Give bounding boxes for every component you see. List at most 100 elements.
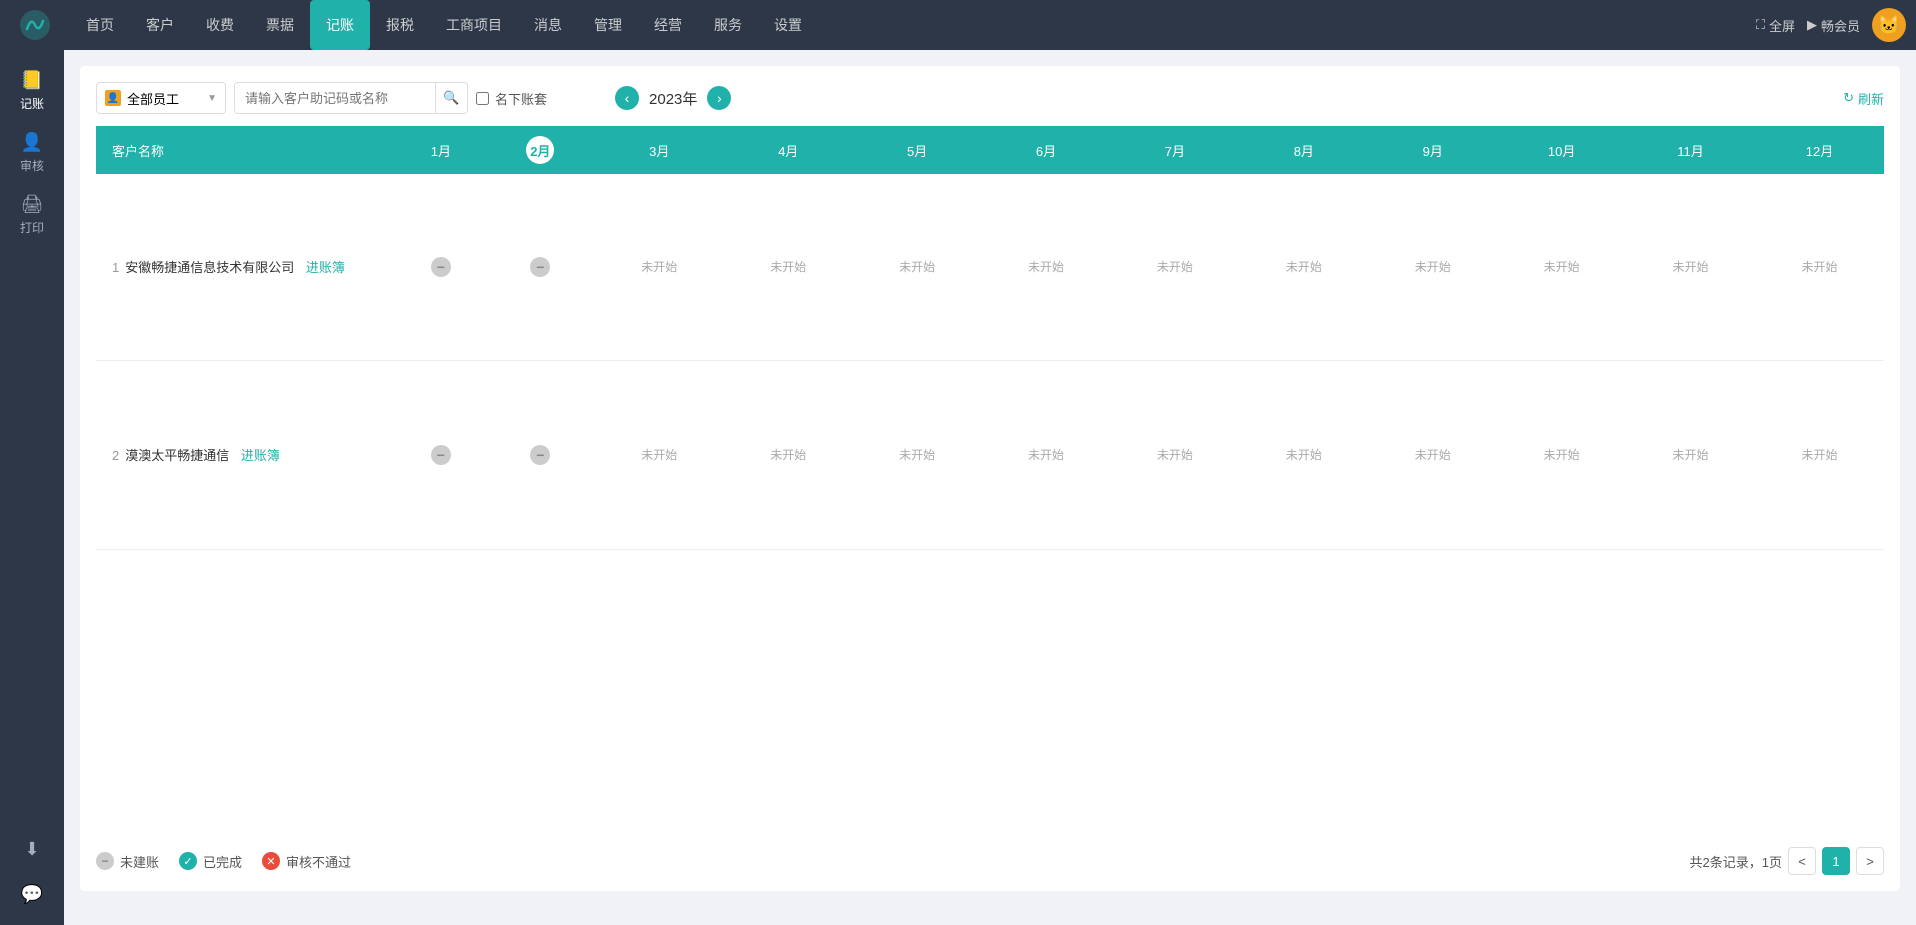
cell-month-10: 未开始	[1497, 360, 1626, 549]
legend-not-started: − 未建账	[96, 852, 159, 871]
col-header-apr: 4月	[724, 126, 853, 174]
sidebar-item-download[interactable]: ⬇	[21, 829, 43, 870]
nav-tax[interactable]: 报税	[370, 0, 430, 50]
cell-name: 2漠澳太平畅捷通信 进账簿	[96, 360, 396, 549]
vip-label: 畅会员	[1821, 16, 1860, 35]
footer-bar: − 未建账 ✓ 已完成 ✕ 审核不通过 共2条记录，1页 < 1 >	[96, 835, 1884, 875]
cell-month-11: 未开始	[1626, 174, 1755, 360]
prev-year-button[interactable]: ‹	[615, 86, 639, 110]
status-not-built-icon: −	[431, 257, 451, 277]
table-row: 1安徽畅捷通信息技术有限公司 进账簿−−未开始未开始未开始未开始未开始未开始未开…	[96, 174, 1884, 360]
search-box: 🔍	[234, 82, 468, 114]
sidebar-item-review[interactable]: 👤 审核	[0, 122, 64, 184]
nav-business[interactable]: 工商项目	[430, 0, 518, 50]
status-not-started-label: 未开始	[899, 260, 935, 274]
refresh-button[interactable]: ↻ 刷新	[1843, 89, 1884, 108]
nav-items: 首页 客户 收费 票据 记账 报税 工商项目 消息 管理 经营 服务 设置	[70, 0, 1756, 50]
status-not-started-label: 未开始	[1673, 448, 1709, 462]
x-icon: ✕	[266, 855, 275, 868]
cell-month-12: 未开始	[1755, 360, 1884, 549]
legend-dot-rejected: ✕	[262, 852, 280, 870]
avatar[interactable]: 🐱	[1872, 8, 1906, 42]
cell-name: 1 安徽畅捷通信息技术有限公司 进账簿	[96, 174, 396, 360]
enter-ledger-link[interactable]: 进账簿	[241, 448, 280, 463]
table-header-row: 客户名称 1月 2月 3月 4月 5月 6月 7月 8月 9月 10月 11月 …	[96, 126, 1884, 174]
current-month-badge: 2月	[526, 136, 554, 164]
next-year-button[interactable]: ›	[707, 86, 731, 110]
nav-fee[interactable]: 收费	[190, 0, 250, 50]
fullscreen-button[interactable]: ⛶ 全屏	[1756, 16, 1795, 35]
download-icon: ⬇	[24, 839, 39, 860]
nav-manage[interactable]: 管理	[578, 0, 638, 50]
nav-settings[interactable]: 设置	[758, 0, 818, 50]
status-not-started-label: 未开始	[770, 260, 806, 274]
col-header-sep: 9月	[1368, 126, 1497, 174]
cell-month-5: 未开始	[853, 174, 982, 360]
employee-select[interactable]: 👤 全部员工 ▼	[96, 82, 226, 114]
nav-customer[interactable]: 客户	[130, 0, 190, 50]
col-header-dec: 12月	[1755, 126, 1884, 174]
pagination-total: 共2条记录，1页	[1690, 852, 1782, 871]
col-header-nov: 11月	[1626, 126, 1755, 174]
status-not-built-icon: −	[530, 445, 550, 465]
search-input[interactable]	[235, 91, 435, 106]
sidebar-item-bookkeeping[interactable]: 📒 记账	[0, 60, 64, 122]
nav-invoice[interactable]: 票据	[250, 0, 310, 50]
status-not-started-label: 未开始	[1028, 260, 1064, 274]
vip-icon: ▶	[1807, 17, 1817, 33]
sidebar-label-print: 打印	[20, 219, 44, 236]
cell-month-8: 未开始	[1239, 360, 1368, 549]
vip-button[interactable]: ▶ 畅会员	[1807, 16, 1860, 35]
legend-rejected-label: 审核不通过	[286, 852, 351, 871]
col-header-feb: 2月	[486, 126, 595, 174]
cell-month-3: 未开始	[595, 360, 724, 549]
status-not-started-label: 未开始	[1286, 448, 1322, 462]
my-accounts-filter[interactable]: 名下账套	[476, 89, 547, 108]
chat-icon: 💬	[21, 884, 43, 905]
status-not-started-label: 未开始	[1415, 260, 1451, 274]
data-table: 客户名称 1月 2月 3月 4月 5月 6月 7月 8月 9月 10月 11月 …	[96, 126, 1884, 550]
nav-service[interactable]: 服务	[698, 0, 758, 50]
prev-page-button[interactable]: <	[1788, 847, 1816, 875]
toolbar: 👤 全部员工 ▼ 🔍 名下账套 ‹ 2023年 › ↻ 刷新	[96, 82, 1884, 114]
page-1-button[interactable]: 1	[1822, 847, 1850, 875]
cell-month-3: 未开始	[595, 174, 724, 360]
check-icon: ✓	[183, 855, 192, 868]
col-header-aug: 8月	[1239, 126, 1368, 174]
legend-not-started-label: 未建账	[120, 852, 159, 871]
refresh-icon: ↻	[1843, 90, 1854, 106]
col-header-mar: 3月	[595, 126, 724, 174]
cell-month-6: 未开始	[982, 360, 1111, 549]
search-button[interactable]: 🔍	[435, 82, 467, 114]
status-not-started-label: 未开始	[641, 448, 677, 462]
my-accounts-checkbox[interactable]	[476, 92, 489, 105]
status-not-started-label: 未开始	[1673, 260, 1709, 274]
row-index: 1	[112, 260, 119, 275]
legend-completed: ✓ 已完成	[179, 852, 242, 871]
cell-month-4: 未开始	[724, 360, 853, 549]
search-icon: 🔍	[443, 90, 459, 106]
nav-bookkeeping[interactable]: 记账	[310, 0, 370, 50]
legend-rejected: ✕ 审核不通过	[262, 852, 351, 871]
nav-right: ⛶ 全屏 ▶ 畅会员 🐱	[1756, 8, 1906, 42]
customer-name: 安徽畅捷通信息技术有限公司	[125, 260, 294, 275]
fullscreen-label: 全屏	[1769, 16, 1795, 35]
nav-operation[interactable]: 经营	[638, 0, 698, 50]
customer-name: 漠澳太平畅捷通信	[125, 448, 229, 463]
status-not-started-label: 未开始	[1286, 260, 1322, 274]
pagination: 共2条记录，1页 < 1 >	[1690, 847, 1884, 875]
status-not-started-label: 未开始	[1544, 448, 1580, 462]
col-header-name: 客户名称	[96, 126, 396, 174]
sidebar-item-chat[interactable]: 💬	[21, 874, 43, 915]
sidebar-item-print[interactable]: 🖨 打印	[0, 184, 64, 246]
status-not-started-label: 未开始	[1415, 448, 1451, 462]
main-content: 👤 全部员工 ▼ 🔍 名下账套 ‹ 2023年 › ↻ 刷新	[64, 50, 1916, 925]
next-page-button[interactable]: >	[1856, 847, 1884, 875]
status-not-built-icon: −	[431, 445, 451, 465]
nav-message[interactable]: 消息	[518, 0, 578, 50]
status-not-started-label: 未开始	[1157, 260, 1193, 274]
cell-month-12: 未开始	[1755, 174, 1884, 360]
status-not-started-label: 未开始	[1801, 448, 1837, 462]
nav-home[interactable]: 首页	[70, 0, 130, 50]
enter-ledger-link[interactable]: 进账簿	[306, 260, 345, 275]
